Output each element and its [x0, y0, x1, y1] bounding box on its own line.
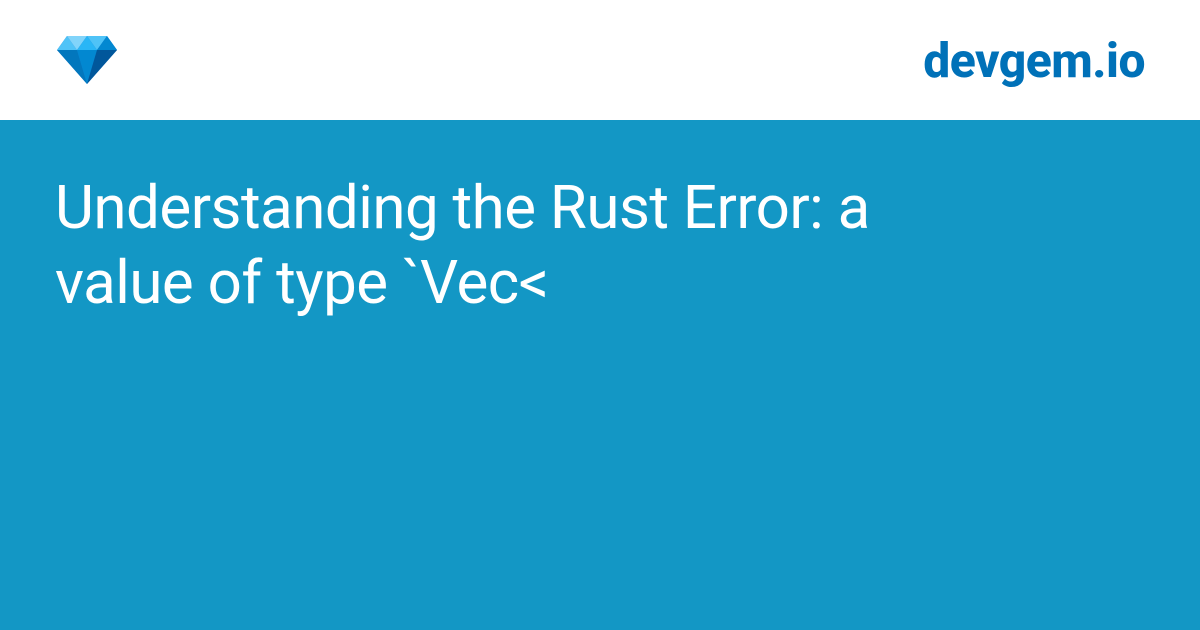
gem-icon [55, 32, 119, 88]
header: devgem.io [0, 0, 1200, 120]
page-title: Understanding the Rust Error: a value of… [55, 170, 905, 320]
brand-name: devgem.io [923, 32, 1145, 89]
content-area: Understanding the Rust Error: a value of… [0, 120, 1200, 630]
